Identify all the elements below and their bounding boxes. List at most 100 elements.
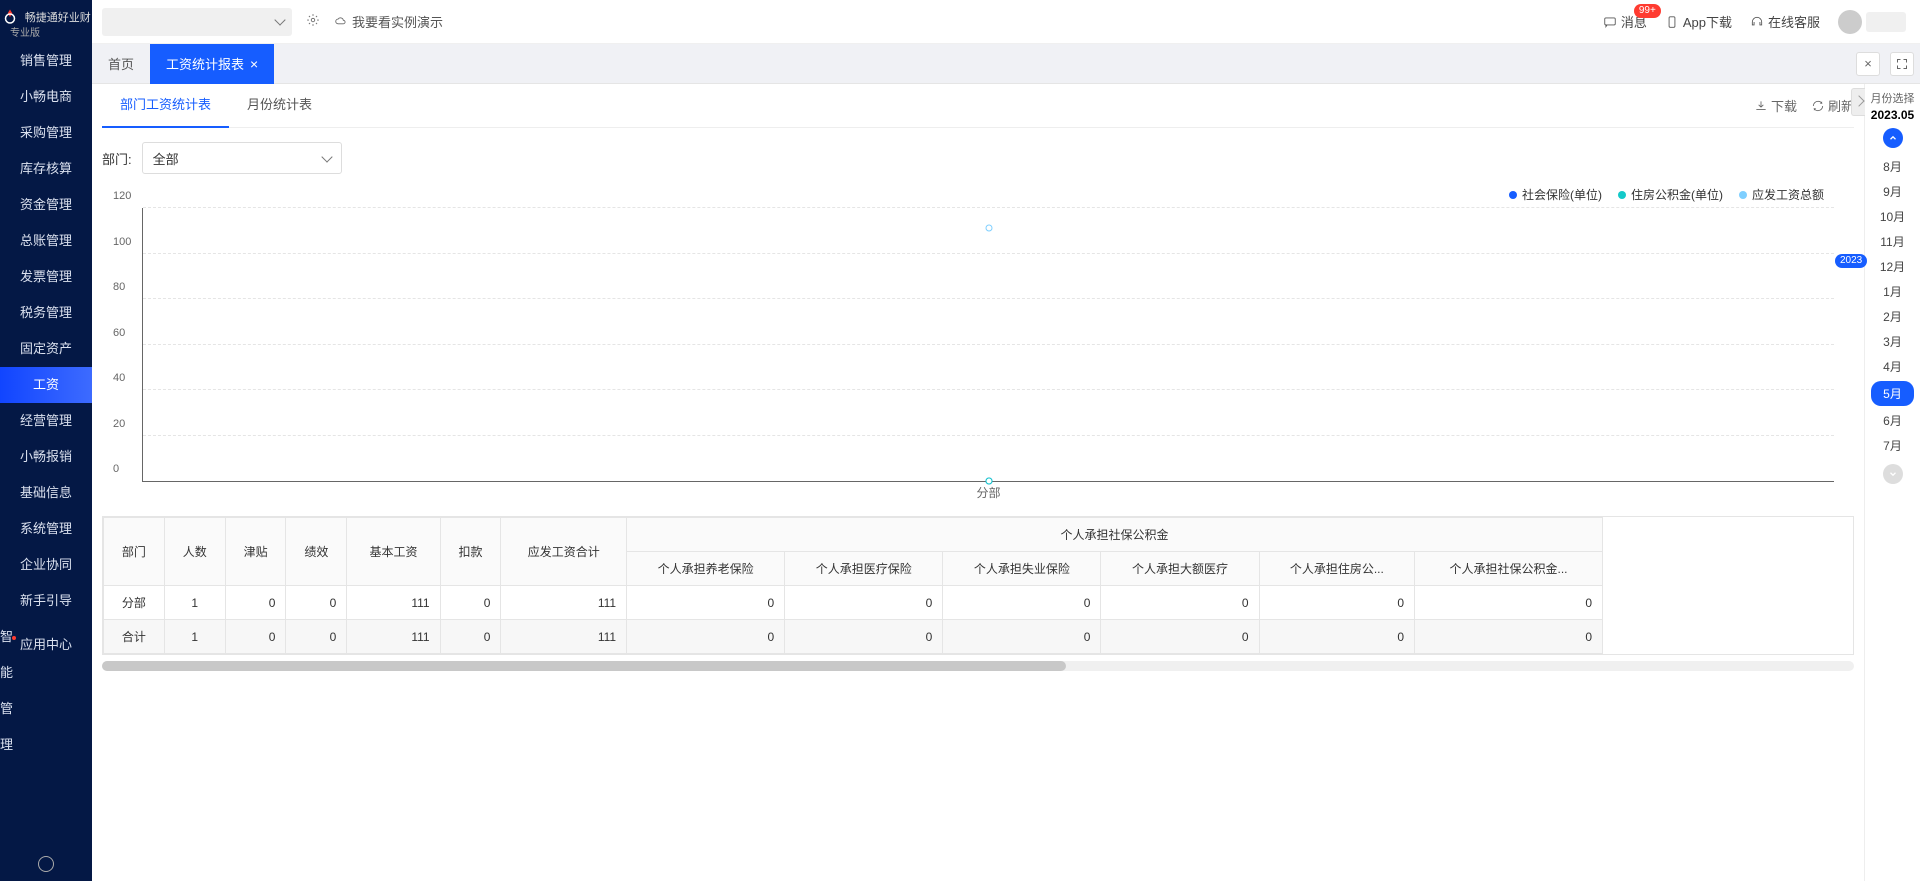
fullscreen-button[interactable] <box>1890 52 1914 76</box>
sidebar-item-7[interactable]: 税务管理 <box>0 295 92 331</box>
sidebar-item-17[interactable]: 应用中心 <box>0 627 92 663</box>
brand: 畅捷通好业财 专业版 <box>0 0 92 43</box>
sidebar-item-9[interactable]: 工资 <box>0 367 92 403</box>
chevron-down-icon <box>274 14 285 25</box>
col-g5: 个人承担住房公... <box>1259 552 1414 586</box>
app-download-button[interactable]: App下载 <box>1665 12 1732 31</box>
chevron-down-icon <box>1888 469 1898 479</box>
col-allowance: 津贴 <box>225 518 286 586</box>
sidebar-item-1[interactable]: 小畅电商 <box>0 79 92 115</box>
close-icon[interactable]: × <box>250 56 258 72</box>
horizontal-scrollbar[interactable] <box>102 661 1854 671</box>
tabstrip: 首页 工资统计报表 × × <box>92 44 1920 84</box>
col-count: 人数 <box>164 518 225 586</box>
table-row: 合计1001110111000000 <box>104 620 1603 654</box>
sidebar-item-4[interactable]: 资金管理 <box>0 187 92 223</box>
salary-table: 部门 人数 津贴 绩效 基本工资 扣款 应发工资合计 个人承担社保公积金 个人承… <box>102 516 1854 655</box>
refresh-button[interactable]: 刷新 <box>1811 96 1854 115</box>
legend-item[interactable]: 住房公积金(单位) <box>1618 186 1723 203</box>
month-picker-title: 月份选择 <box>1865 90 1920 108</box>
sidebar-item-14[interactable]: 企业协同 <box>0 547 92 583</box>
month-option[interactable]: 2月 <box>1865 304 1920 329</box>
sidebar: 畅捷通好业财 专业版 销售管理小畅电商采购管理库存核算资金管理总账管理发票管理税… <box>0 0 92 881</box>
col-g3: 个人承担失业保险 <box>943 552 1101 586</box>
cloud-icon <box>334 15 348 29</box>
col-base: 基本工资 <box>347 518 440 586</box>
col-g6: 个人承担社保公积金... <box>1415 552 1603 586</box>
month-picker-selected: 2023.05 <box>1865 108 1920 122</box>
sidebar-item-13[interactable]: 系统管理 <box>0 511 92 547</box>
month-next-button[interactable] <box>1883 464 1903 484</box>
department-filter-label: 部门: <box>102 149 132 168</box>
settings-icon[interactable] <box>306 13 320 30</box>
col-group: 个人承担社保公积金 <box>627 518 1603 552</box>
month-option[interactable]: 11月 <box>1865 229 1920 254</box>
sidebar-item-16[interactable]: 智能管理 <box>0 619 8 627</box>
col-payable: 应发工资合计 <box>501 518 627 586</box>
phone-icon <box>1665 15 1679 29</box>
chevron-down-icon <box>321 151 332 162</box>
org-selector[interactable] <box>102 8 292 36</box>
topbar: 我要看实例演示 消息 99+ App下载 在线客服 <box>92 0 1920 44</box>
month-option[interactable]: 8月 <box>1865 154 1920 179</box>
month-option[interactable]: 6月 <box>1865 408 1920 433</box>
month-option[interactable]: 1月 <box>1865 279 1920 304</box>
month-picker-collapse[interactable] <box>1851 88 1865 116</box>
subtab-month[interactable]: 月份统计表 <box>229 84 330 128</box>
download-icon <box>1754 99 1768 113</box>
brand-edition: 专业版 <box>0 24 92 39</box>
table-row: 分部1001110111000000 <box>104 586 1603 620</box>
month-option[interactable]: 10月 <box>1865 204 1920 229</box>
close-all-button[interactable]: × <box>1856 52 1880 76</box>
headset-icon <box>1750 15 1764 29</box>
tab-salary-report[interactable]: 工资统计报表 × <box>150 44 274 84</box>
download-button[interactable]: 下载 <box>1754 96 1797 115</box>
y-tick: 0 <box>113 463 119 475</box>
org-name <box>110 12 150 32</box>
salary-chart: 社会保险(单位)住房公积金(单位)应发工资总额 分部 0204060801001… <box>102 186 1854 506</box>
col-g2: 个人承担医疗保险 <box>785 552 943 586</box>
nav: 销售管理小畅电商采购管理库存核算资金管理总账管理发票管理税务管理固定资产工资经营… <box>0 43 92 845</box>
month-prev-button[interactable] <box>1883 128 1903 148</box>
sidebar-item-12[interactable]: 基础信息 <box>0 475 92 511</box>
support-button[interactable]: 在线客服 <box>1750 12 1820 31</box>
col-dept: 部门 <box>104 518 165 586</box>
messages-button[interactable]: 消息 99+ <box>1603 12 1647 31</box>
main: 我要看实例演示 消息 99+ App下载 在线客服 <box>92 0 1920 881</box>
legend-item[interactable]: 社会保险(单位) <box>1509 186 1602 203</box>
month-option[interactable]: 7月 <box>1865 433 1920 458</box>
y-tick: 100 <box>113 236 131 248</box>
sidebar-item-2[interactable]: 采购管理 <box>0 115 92 151</box>
message-icon <box>1603 15 1617 29</box>
col-g4: 个人承担大额医疗 <box>1101 552 1259 586</box>
subtab-department[interactable]: 部门工资统计表 <box>102 84 229 128</box>
y-tick: 40 <box>113 372 125 384</box>
department-select[interactable]: 全部 <box>142 142 342 174</box>
month-option[interactable]: 3月 <box>1865 329 1920 354</box>
month-picker: 月份选择 2023.05 8月9月10月11月12月1月2月3月4月5月6月7月… <box>1864 84 1920 881</box>
nav-settings[interactable] <box>0 845 92 881</box>
gear-icon <box>38 856 54 872</box>
legend-item[interactable]: 应发工资总额 <box>1739 186 1824 203</box>
y-tick: 60 <box>113 327 125 339</box>
avatar <box>1838 10 1862 34</box>
chevron-up-icon <box>1888 133 1898 143</box>
tab-home[interactable]: 首页 <box>92 44 150 84</box>
y-tick: 20 <box>113 418 125 430</box>
month-option[interactable]: 12月 <box>1865 254 1920 279</box>
view-demo-link[interactable]: 我要看实例演示 <box>334 12 443 31</box>
sidebar-item-3[interactable]: 库存核算 <box>0 151 92 187</box>
sidebar-item-0[interactable]: 销售管理 <box>0 43 92 79</box>
month-option[interactable]: 5月 <box>1871 381 1914 406</box>
y-tick: 120 <box>113 190 131 202</box>
month-option[interactable]: 4月 <box>1865 354 1920 379</box>
sidebar-item-8[interactable]: 固定资产 <box>0 331 92 367</box>
sidebar-item-15[interactable]: 新手引导 <box>0 583 92 619</box>
sidebar-item-5[interactable]: 总账管理 <box>0 223 92 259</box>
sidebar-item-6[interactable]: 发票管理 <box>0 259 92 295</box>
sidebar-item-11[interactable]: 小畅报销 <box>0 439 92 475</box>
month-option[interactable]: 9月 <box>1865 179 1920 204</box>
sidebar-item-10[interactable]: 经营管理 <box>0 403 92 439</box>
user-menu[interactable] <box>1838 10 1906 34</box>
y-tick: 80 <box>113 281 125 293</box>
